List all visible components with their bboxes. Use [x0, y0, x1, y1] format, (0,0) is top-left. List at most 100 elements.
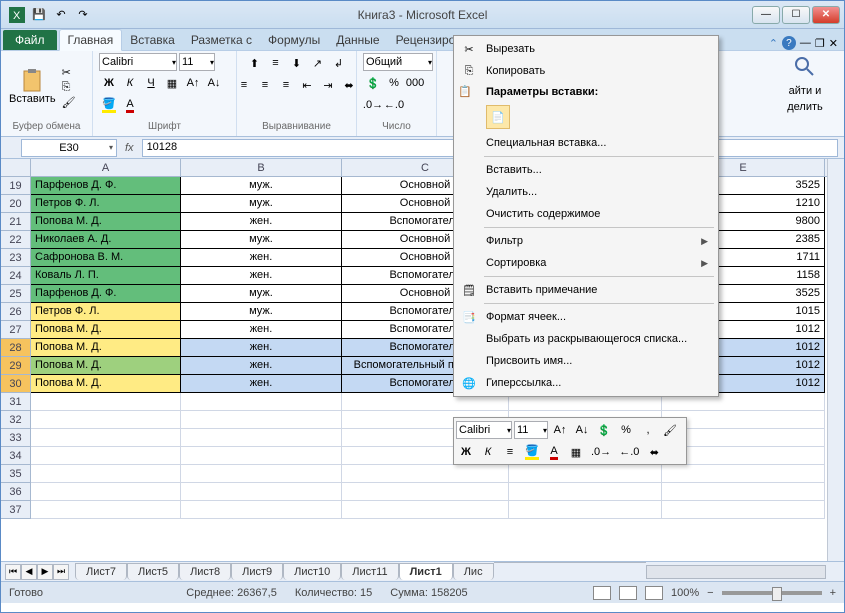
cm-hyperlink[interactable]: 🌐Гиперссылка...: [456, 372, 716, 394]
row-header[interactable]: 23: [1, 249, 31, 267]
page-layout-view-icon[interactable]: [619, 586, 637, 600]
cell[interactable]: жен.: [181, 267, 342, 285]
sheet-tab[interactable]: Лист5: [127, 563, 179, 580]
cm-define-name[interactable]: Присвоить имя...: [456, 350, 716, 372]
sheet-nav-prev-icon[interactable]: ◀: [21, 564, 37, 580]
zoom-out-button[interactable]: −: [707, 587, 713, 599]
mini-currency-icon[interactable]: 💲: [594, 420, 614, 440]
undo-icon[interactable]: ↶: [51, 5, 71, 25]
cell[interactable]: жен.: [181, 321, 342, 339]
percent-icon[interactable]: %: [384, 73, 404, 93]
cell[interactable]: [662, 483, 825, 501]
maximize-button[interactable]: ☐: [782, 6, 810, 24]
mini-font-combo[interactable]: Calibri▾: [456, 421, 512, 439]
indent-dec-icon[interactable]: ⇤: [297, 75, 317, 95]
row-header[interactable]: 20: [1, 195, 31, 213]
row-header[interactable]: 27: [1, 321, 31, 339]
sheet-nav-last-icon[interactable]: ⏭: [53, 564, 69, 580]
tab-home[interactable]: Главная: [59, 29, 123, 51]
mini-percent-icon[interactable]: %: [616, 420, 636, 440]
row-header[interactable]: 21: [1, 213, 31, 231]
align-middle-icon[interactable]: ≡: [266, 53, 286, 73]
cell[interactable]: Парфенов Д. Ф.: [31, 177, 181, 195]
sheet-tab[interactable]: Лист1: [399, 563, 453, 580]
horizontal-scrollbar[interactable]: [646, 565, 826, 579]
cell[interactable]: Парфенов Д. Ф.: [31, 285, 181, 303]
cell[interactable]: Попова М. Д.: [31, 213, 181, 231]
mini-border-icon[interactable]: ▦: [566, 442, 586, 462]
zoom-in-button[interactable]: +: [830, 587, 836, 599]
mini-center-icon[interactable]: ≡: [500, 442, 520, 462]
row-header[interactable]: 29: [1, 357, 31, 375]
doc-restore-icon[interactable]: ❐: [815, 37, 825, 50]
bold-button[interactable]: Ж: [99, 73, 119, 93]
paste-option-icon[interactable]: 📄: [486, 105, 510, 129]
cell[interactable]: [181, 501, 342, 519]
cell[interactable]: Петров Ф. Л.: [31, 195, 181, 213]
italic-button[interactable]: К: [120, 73, 140, 93]
underline-button[interactable]: Ч: [141, 73, 161, 93]
cm-sort[interactable]: Сортировка▶: [456, 252, 716, 274]
wrap-icon[interactable]: ↲: [329, 53, 349, 73]
row-header[interactable]: 31: [1, 393, 31, 411]
cell[interactable]: [662, 501, 825, 519]
sheet-tab[interactable]: Лист8: [179, 563, 231, 580]
cm-insert[interactable]: Вставить...: [456, 159, 716, 181]
mini-shrink-font-icon[interactable]: A↓: [572, 420, 592, 440]
help-icon[interactable]: ?: [782, 36, 796, 50]
cm-clear-contents[interactable]: Очистить содержимое: [456, 203, 716, 225]
border-button[interactable]: ▦: [162, 73, 182, 93]
mini-comma-icon[interactable]: ,: [638, 420, 658, 440]
doc-minimize-icon[interactable]: —: [800, 37, 811, 49]
cm-filter[interactable]: Фильтр▶: [456, 230, 716, 252]
cell[interactable]: муж.: [181, 285, 342, 303]
cell[interactable]: [31, 501, 181, 519]
fill-color-button[interactable]: 🪣: [99, 95, 119, 115]
font-color-button[interactable]: A: [120, 95, 140, 115]
excel-icon[interactable]: X: [7, 5, 27, 25]
doc-close-icon[interactable]: ✕: [829, 37, 838, 50]
tab-data[interactable]: Данные: [328, 30, 387, 50]
cell[interactable]: Попова М. Д.: [31, 321, 181, 339]
cell[interactable]: [31, 393, 181, 411]
row-header[interactable]: 22: [1, 231, 31, 249]
cell[interactable]: муж.: [181, 177, 342, 195]
mini-size-combo[interactable]: 11▾: [514, 421, 548, 439]
tab-insert[interactable]: Вставка: [122, 30, 183, 50]
row-header[interactable]: 33: [1, 429, 31, 447]
cm-paste-special[interactable]: Специальная вставка...: [456, 132, 716, 154]
cell[interactable]: [181, 429, 342, 447]
cell[interactable]: муж.: [181, 195, 342, 213]
column-header[interactable]: A: [31, 159, 181, 176]
cell[interactable]: жен.: [181, 375, 342, 393]
normal-view-icon[interactable]: [593, 586, 611, 600]
minimize-button[interactable]: —: [752, 6, 780, 24]
cell[interactable]: муж.: [181, 231, 342, 249]
cell[interactable]: [342, 483, 509, 501]
close-button[interactable]: ✕: [812, 6, 840, 24]
paste-button[interactable]: Вставить: [7, 67, 58, 107]
cell[interactable]: [31, 411, 181, 429]
mini-dec-decimal-icon[interactable]: ←.0: [616, 442, 642, 462]
cm-comment[interactable]: 🗒Вставить примечание: [456, 279, 716, 301]
cm-delete[interactable]: Удалить...: [456, 181, 716, 203]
file-tab[interactable]: Файл: [3, 30, 57, 50]
vertical-scrollbar[interactable]: [827, 159, 844, 561]
cell[interactable]: [31, 483, 181, 501]
cell[interactable]: жен.: [181, 357, 342, 375]
sheet-tab[interactable]: Лист10: [283, 563, 341, 580]
align-center-icon[interactable]: ≡: [255, 75, 275, 95]
page-break-view-icon[interactable]: [645, 586, 663, 600]
sheet-nav-next-icon[interactable]: ▶: [37, 564, 53, 580]
cell[interactable]: [509, 483, 662, 501]
font-combo[interactable]: Calibri▾: [99, 53, 177, 71]
cell[interactable]: Коваль Л. П.: [31, 267, 181, 285]
mini-grow-font-icon[interactable]: A↑: [550, 420, 570, 440]
sheet-tab[interactable]: Лист11: [341, 563, 398, 580]
inc-decimal-icon[interactable]: .0→: [363, 95, 383, 115]
mini-fill-color-icon[interactable]: 🪣: [522, 442, 542, 462]
mini-merge-icon[interactable]: ⬌: [644, 442, 664, 462]
align-left-icon[interactable]: ≡: [234, 75, 254, 95]
orientation-icon[interactable]: ↗: [308, 53, 328, 73]
cell[interactable]: муж.: [181, 303, 342, 321]
